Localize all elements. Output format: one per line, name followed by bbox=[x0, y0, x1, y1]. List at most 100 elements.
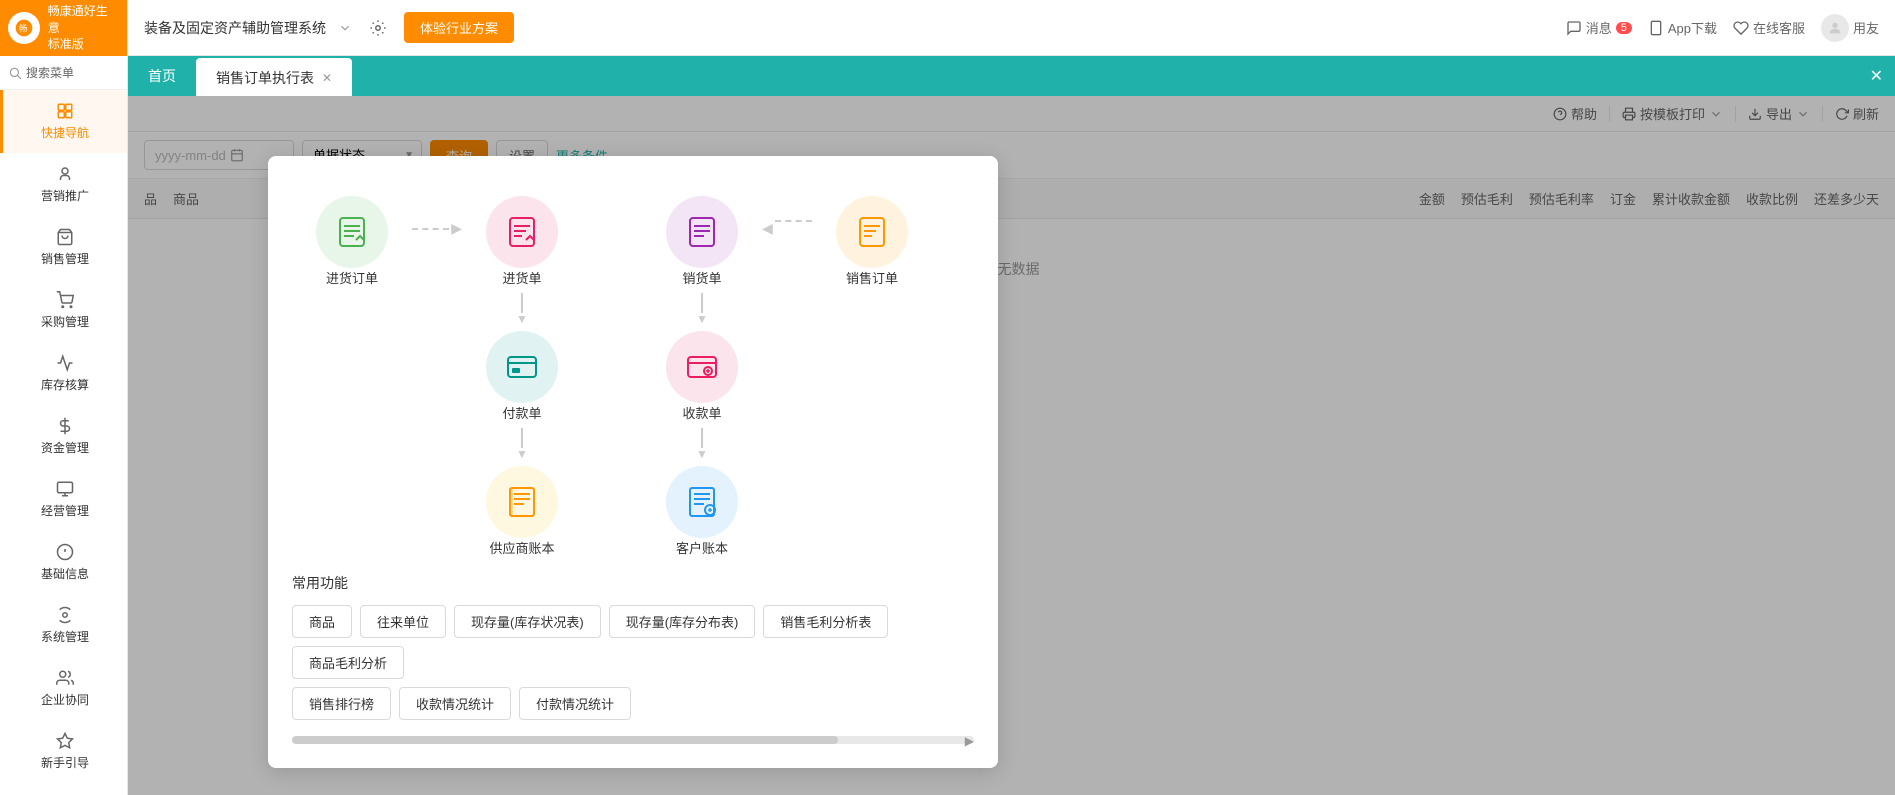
flow-circle-sales bbox=[666, 196, 738, 268]
topbar: 装备及固定资产辅助管理系统 体验行业方案 消息 5 App下载 bbox=[128, 0, 1895, 56]
func-btn-collection-stats[interactable]: 收款情况统计 bbox=[399, 687, 511, 720]
flow-arrow-1: ▶ bbox=[412, 196, 462, 237]
tabbar: 首页 销售订单执行表 ✕ ✕ bbox=[128, 56, 1895, 96]
message-label: 消息 bbox=[1586, 18, 1612, 37]
common-func-btns: 商品 往来单位 现存量(库存状况表) 现存量(库存分布表) 销售毛利分析表 商品… bbox=[292, 605, 974, 679]
modal-overlay: 进货订单 ▶ bbox=[128, 96, 1895, 795]
flow-circle-purchase bbox=[486, 196, 558, 268]
flow-node-supplier-ledger[interactable]: 供应商账本 bbox=[462, 466, 582, 557]
sidebar-item-label: 资金管理 bbox=[41, 439, 89, 456]
flow-circle-supplier-ledger bbox=[486, 466, 558, 538]
logo-text: 畅康通好生意 标准版 bbox=[48, 3, 119, 53]
flow-label-sales: 销货单 bbox=[682, 268, 721, 287]
sidebar-item-label: 基础信息 bbox=[41, 565, 89, 582]
logo-icon: 畅 bbox=[8, 12, 40, 44]
experience-btn[interactable]: 体验行业方案 bbox=[404, 12, 514, 43]
flow-grid: 进货订单 ▶ bbox=[292, 180, 974, 573]
sidebar-item-label: 营销推广 bbox=[41, 187, 89, 204]
sidebar-item-inventory[interactable]: 库存核算 bbox=[0, 342, 127, 405]
flow-node-customer-ledger[interactable]: 客户账本 bbox=[642, 466, 762, 557]
sidebar-item-label: 快捷导航 bbox=[41, 124, 89, 141]
sidebar-nav: 快捷导航 营销推广 销售管理 采购管理 库存核算 资金管理 bbox=[0, 90, 127, 795]
sidebar-item-label: 库存核算 bbox=[41, 376, 89, 393]
sidebar-item-management[interactable]: 经营管理 bbox=[0, 468, 127, 531]
common-func-btns-row2: 销售排行榜 收款情况统计 付款情况统计 bbox=[292, 687, 974, 720]
sidebar-item-label: 经营管理 bbox=[41, 502, 89, 519]
sidebar-logo: 畅 畅康通好生意 标准版 bbox=[0, 0, 127, 56]
flow-down-arrow-receipt: ▼ bbox=[696, 428, 708, 460]
user-avatar bbox=[1821, 14, 1849, 42]
flow-modal: 进货订单 ▶ bbox=[268, 156, 998, 768]
tab-home[interactable]: 首页 bbox=[128, 56, 196, 96]
sidebar-item-finance[interactable]: 资金管理 bbox=[0, 405, 127, 468]
system-dropdown[interactable] bbox=[338, 21, 352, 35]
flow-node-payment[interactable]: 付款单 bbox=[462, 331, 582, 422]
func-btn-payment-stats[interactable]: 付款情况统计 bbox=[519, 687, 631, 720]
sidebar-item-label: 系统管理 bbox=[41, 628, 89, 645]
sidebar-item-collaboration[interactable]: 企业协同 bbox=[0, 657, 127, 720]
sidebar-item-guide[interactable]: 新手引导 bbox=[0, 720, 127, 783]
flow-node-receipt[interactable]: 收款单 bbox=[642, 331, 762, 422]
app-download-label: App下载 bbox=[1668, 18, 1717, 37]
message-item[interactable]: 消息 5 bbox=[1566, 18, 1632, 37]
settings-icon[interactable] bbox=[364, 14, 392, 42]
flow-label-payment: 付款单 bbox=[502, 403, 541, 422]
func-btn-sales-margin[interactable]: 销售毛利分析表 bbox=[763, 605, 888, 638]
func-btn-inventory-dist[interactable]: 现存量(库存分布表) bbox=[609, 605, 756, 638]
func-btn-party[interactable]: 往来单位 bbox=[360, 605, 446, 638]
svg-text:畅: 畅 bbox=[19, 23, 27, 33]
flow-arrow-2: ◀ bbox=[762, 196, 812, 237]
sidebar-item-sales[interactable]: 销售管理 bbox=[0, 216, 127, 279]
flow-node-purchase-order[interactable]: 进货订单 bbox=[292, 196, 412, 287]
flow-circle-sales-order bbox=[836, 196, 908, 268]
sidebar-item-purchase[interactable]: 采购管理 bbox=[0, 279, 127, 342]
sidebar-item-label: 企业协同 bbox=[41, 691, 89, 708]
flow-down-arrow-sales: ▼ bbox=[696, 293, 708, 325]
flow-down-arrow-purchase: ▼ bbox=[516, 293, 528, 325]
flow-label-customer-ledger: 客户账本 bbox=[676, 538, 728, 557]
topbar-right: 消息 5 App下载 在线客服 用友 bbox=[1566, 14, 1879, 42]
message-badge: 5 bbox=[1616, 22, 1632, 34]
flow-down-arrow-payment: ▼ bbox=[516, 428, 528, 460]
sidebar-item-label: 新手引导 bbox=[41, 754, 89, 771]
sidebar-item-marketing[interactable]: 营销推广 bbox=[0, 153, 127, 216]
flow-label-sales-order: 销售订单 bbox=[846, 268, 898, 287]
online-service-label: 在线客服 bbox=[1753, 18, 1805, 37]
modal-scrollbar[interactable]: ▶ bbox=[292, 736, 974, 744]
func-btn-product[interactable]: 商品 bbox=[292, 605, 352, 638]
flow-circle-purchase-order bbox=[316, 196, 388, 268]
flow-label-receipt: 收款单 bbox=[682, 403, 721, 422]
sidebar-item-label: 销售管理 bbox=[41, 250, 89, 267]
flow-node-sales-order[interactable]: 销售订单 bbox=[812, 196, 932, 287]
sidebar-search[interactable]: 搜索菜单 bbox=[0, 56, 127, 90]
func-btn-inventory-status[interactable]: 现存量(库存状况表) bbox=[454, 605, 601, 638]
online-service-item[interactable]: 在线客服 bbox=[1733, 18, 1805, 37]
flow-col-sales: 销货单 ▼ bbox=[642, 196, 762, 557]
flow-row-1: 进货订单 ▶ bbox=[292, 196, 974, 557]
flow-circle-payment bbox=[486, 331, 558, 403]
flow-node-sales[interactable]: 销货单 bbox=[642, 196, 762, 287]
flow-circle-receipt bbox=[666, 331, 738, 403]
sidebar-item-label: 采购管理 bbox=[41, 313, 89, 330]
sidebar-item-quick-nav[interactable]: 快捷导航 bbox=[0, 90, 127, 153]
common-func-title: 常用功能 bbox=[292, 573, 974, 593]
func-btn-sales-ranking[interactable]: 销售排行榜 bbox=[292, 687, 391, 720]
search-menu-label: 搜索菜单 bbox=[26, 64, 74, 81]
func-btn-product-margin[interactable]: 商品毛利分析 bbox=[292, 646, 404, 679]
tab-sales-order-label: 销售订单执行表 bbox=[216, 68, 314, 88]
flow-node-purchase[interactable]: 进货单 bbox=[462, 196, 582, 287]
sidebar-item-system[interactable]: 系统管理 bbox=[0, 594, 127, 657]
sidebar-item-basic-info[interactable]: 基础信息 bbox=[0, 531, 127, 594]
scrollbar-arrow[interactable]: ▶ bbox=[965, 734, 974, 748]
sidebar: 畅 畅康通好生意 标准版 搜索菜单 快捷导航 营销推广 销售管理 bbox=[0, 0, 128, 795]
close-all-tabs[interactable]: ✕ bbox=[1870, 66, 1883, 86]
app-download-item[interactable]: App下载 bbox=[1648, 18, 1717, 37]
main-area: 装备及固定资产辅助管理系统 体验行业方案 消息 5 App下载 bbox=[128, 0, 1895, 795]
user-item[interactable]: 用友 bbox=[1821, 14, 1879, 42]
page-content: 帮助 按模板打印 导出 bbox=[128, 96, 1895, 795]
tab-close-icon[interactable]: ✕ bbox=[322, 71, 332, 85]
user-label: 用友 bbox=[1853, 18, 1879, 37]
flow-col-purchase: 进货单 ▼ bbox=[462, 196, 582, 557]
tab-sales-order[interactable]: 销售订单执行表 ✕ bbox=[196, 58, 352, 98]
system-title: 装备及固定资产辅助管理系统 bbox=[144, 18, 326, 38]
